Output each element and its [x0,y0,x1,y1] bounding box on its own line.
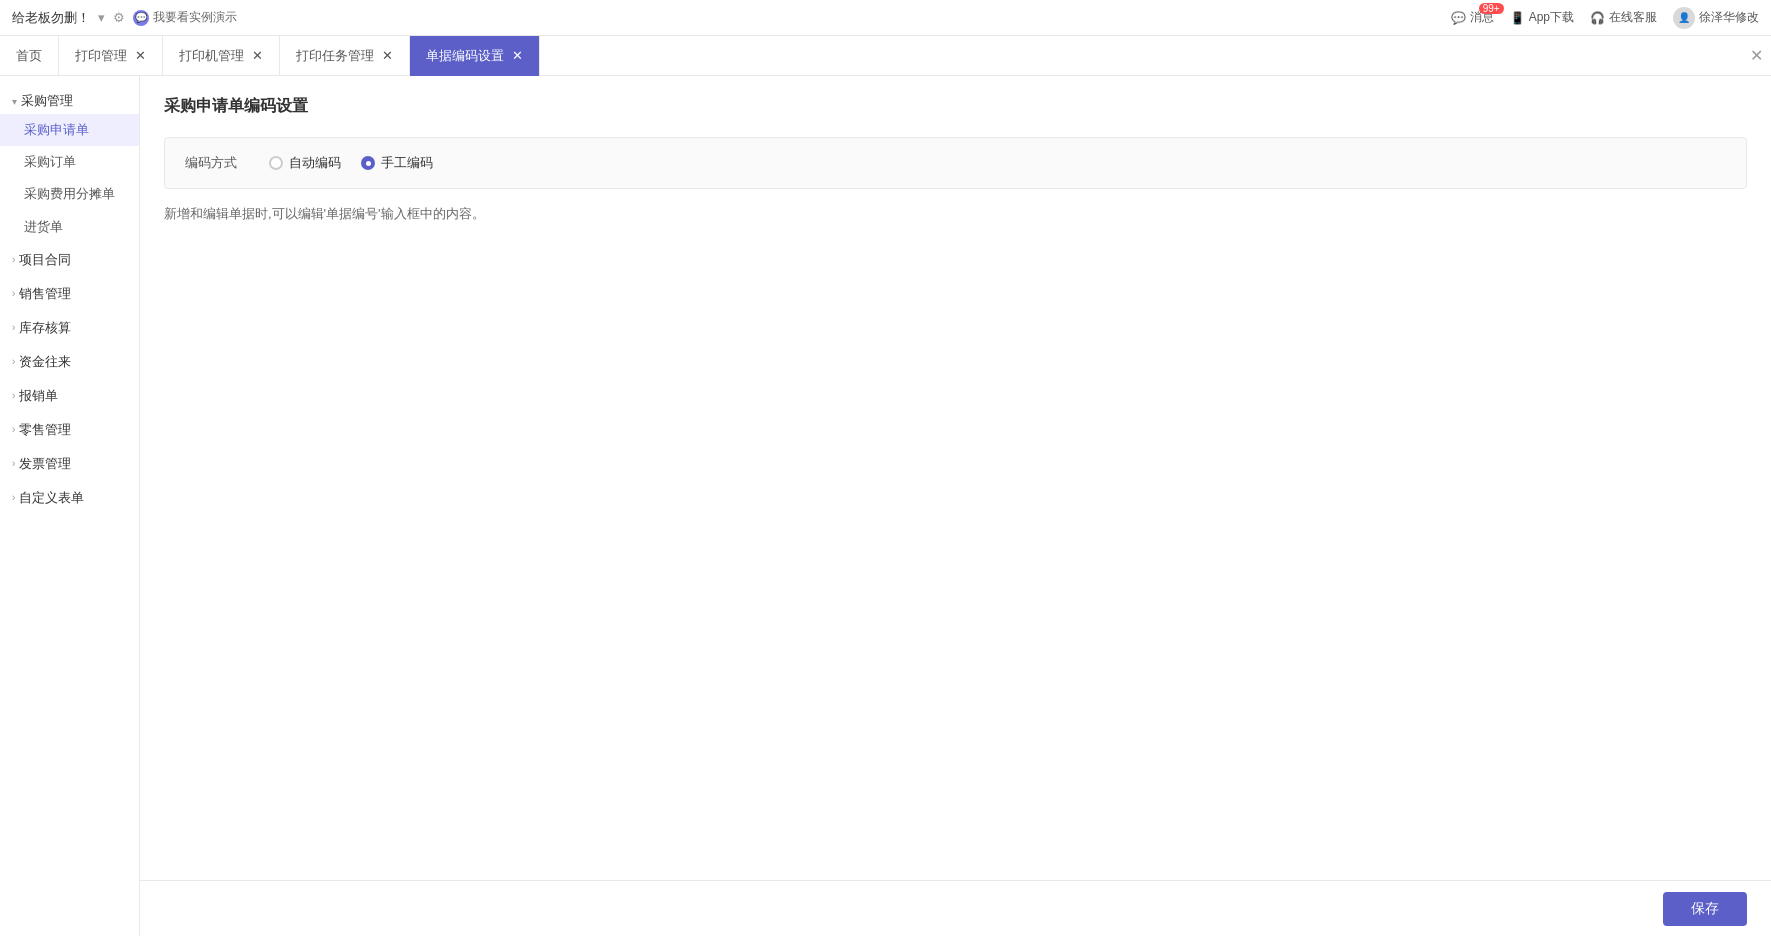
sidebar-group-inventory-label: 库存核算 [19,319,71,337]
sidebar-item-purchase-expense[interactable]: 采购费用分摊单 [0,178,139,210]
tab-single-code-settings[interactable]: 单据编码设置 ✕ [410,36,540,76]
sidebar-item-stock-in-label: 进货单 [24,219,63,234]
tab-printer-mgmt-label: 打印机管理 [179,47,244,65]
sidebar-group-custom-form[interactable]: › 自定义表单 [0,481,139,515]
sidebar-item-purchase-order[interactable]: 采购订单 [0,146,139,178]
tab-printer-mgmt[interactable]: 打印机管理 ✕ [163,36,280,76]
sidebar-item-purchase-request-label: 采购申请单 [24,122,89,137]
sidebar-group-fund-flow[interactable]: › 资金往来 [0,345,139,379]
app-download-icon: 📱 [1510,11,1525,25]
tab-print-mgmt-label: 打印管理 [75,47,127,65]
sidebar-item-purchase-order-label: 采购订单 [24,154,76,169]
save-button[interactable]: 保存 [1663,892,1747,926]
tab-single-code-label: 单据编码设置 [426,47,504,65]
chevron-down-icon: ▾ [12,96,17,107]
radio-auto-circle [269,156,283,170]
tab-bar: 首页 打印管理 ✕ 打印机管理 ✕ 打印任务管理 ✕ 单据编码设置 ✕ ✕ [0,36,1771,76]
sidebar-group-retail-label: 零售管理 [19,421,71,439]
hint-text: 我要看实例演示 [153,9,237,26]
sidebar-group-custom-label: 自定义表单 [19,489,84,507]
message-button[interactable]: 💬 消息 99+ [1451,9,1494,26]
page-title: 采购申请单编码设置 [164,96,1747,117]
tab-print-mgmt-close[interactable]: ✕ [135,48,146,63]
sidebar-group-retail-mgmt[interactable]: › 零售管理 [0,413,139,447]
sidebar-group-invoice-mgmt[interactable]: › 发票管理 [0,447,139,481]
radio-auto[interactable]: 自动编码 [269,154,341,172]
chevron-down-icon[interactable]: ▾ [98,10,105,25]
radio-manual-label: 手工编码 [381,154,433,172]
hint-area[interactable]: 💬 我要看实例演示 [133,9,237,26]
top-bar-left: 给老板勿删！ ▾ ⚙ 💬 我要看实例演示 [12,9,237,27]
sidebar-item-stock-in[interactable]: 进货单 [0,211,139,243]
tab-home[interactable]: 首页 [0,36,59,76]
chevron-right-icon: › [12,458,15,469]
user-menu[interactable]: 👤 徐泽华修改 [1673,7,1759,29]
tab-print-task-mgmt-close[interactable]: ✕ [382,48,393,63]
headset-icon: 🎧 [1590,11,1605,25]
tab-bar-close-button[interactable]: ✕ [1750,46,1763,65]
sidebar-group-project-label: 项目合同 [19,251,71,269]
message-icon: 💬 [1451,11,1466,25]
sidebar: ▾ 采购管理 采购申请单 采购订单 采购费用分摊单 进货单 › 项目合同 › 销… [0,76,140,936]
sidebar-group-sales-return[interactable]: › 报销单 [0,379,139,413]
top-bar: 给老板勿删！ ▾ ⚙ 💬 我要看实例演示 💬 消息 99+ 📱 App下载 🎧 … [0,0,1771,36]
content-area: 采购申请单编码设置 编码方式 自动编码 手工编码 新增和编辑单据时,可以编辑'单… [140,76,1771,936]
sidebar-group-sales-mgmt[interactable]: › 销售管理 [0,277,139,311]
sidebar-item-purchase-request[interactable]: 采购申请单 [0,114,139,146]
sidebar-item-purchase-expense-label: 采购费用分摊单 [24,186,115,201]
code-method-label: 编码方式 [185,154,237,172]
tab-print-task-mgmt[interactable]: 打印任务管理 ✕ [280,36,410,76]
footer: 保存 [140,880,1771,936]
code-method-row: 编码方式 自动编码 手工编码 [185,154,1726,172]
code-settings-card: 编码方式 自动编码 手工编码 [164,137,1747,189]
chevron-right-icon: › [12,390,15,401]
app-title: 给老板勿删！ [12,9,90,27]
chevron-right-icon: › [12,424,15,435]
tab-single-code-close[interactable]: ✕ [512,48,523,63]
app-download-label: App下载 [1529,9,1574,26]
gear-icon[interactable]: ⚙ [113,10,125,25]
chevron-right-icon: › [12,356,15,367]
radio-auto-label: 自动编码 [289,154,341,172]
sidebar-group-invoice-label: 发票管理 [19,455,71,473]
top-bar-right: 💬 消息 99+ 📱 App下载 🎧 在线客服 👤 徐泽华修改 [1451,7,1759,29]
tab-home-label: 首页 [16,47,42,65]
chevron-right-icon: › [12,492,15,503]
radio-manual[interactable]: 手工编码 [361,154,433,172]
sidebar-group-project-contract[interactable]: › 项目合同 [0,243,139,277]
radio-manual-circle [361,156,375,170]
tab-printer-mgmt-close[interactable]: ✕ [252,48,263,63]
customer-service-button[interactable]: 🎧 在线客服 [1590,9,1657,26]
tab-print-mgmt[interactable]: 打印管理 ✕ [59,36,163,76]
sidebar-group-sales-return-label: 报销单 [19,387,58,405]
sidebar-group-inventory[interactable]: › 库存核算 [0,311,139,345]
main-layout: ▾ 采购管理 采购申请单 采购订单 采购费用分摊单 进货单 › 项目合同 › 销… [0,76,1771,936]
chevron-right-icon: › [12,254,15,265]
avatar: 👤 [1673,7,1695,29]
radio-group: 自动编码 手工编码 [269,154,433,172]
sidebar-group-purchase-label: 采购管理 [21,92,73,110]
user-name: 徐泽华修改 [1699,9,1759,26]
tab-print-task-mgmt-label: 打印任务管理 [296,47,374,65]
chevron-right-icon: › [12,322,15,333]
sidebar-group-sales-label: 销售管理 [19,285,71,303]
app-download-button[interactable]: 📱 App下载 [1510,9,1574,26]
customer-service-label: 在线客服 [1609,9,1657,26]
sidebar-group-purchase-mgmt[interactable]: ▾ 采购管理 [0,84,139,114]
description-text: 新增和编辑单据时,可以编辑'单据编号'输入框中的内容。 [164,205,1747,223]
chevron-right-icon: › [12,288,15,299]
message-badge: 99+ [1479,3,1504,14]
hint-icon: 💬 [133,10,149,26]
sidebar-group-fund-label: 资金往来 [19,353,71,371]
